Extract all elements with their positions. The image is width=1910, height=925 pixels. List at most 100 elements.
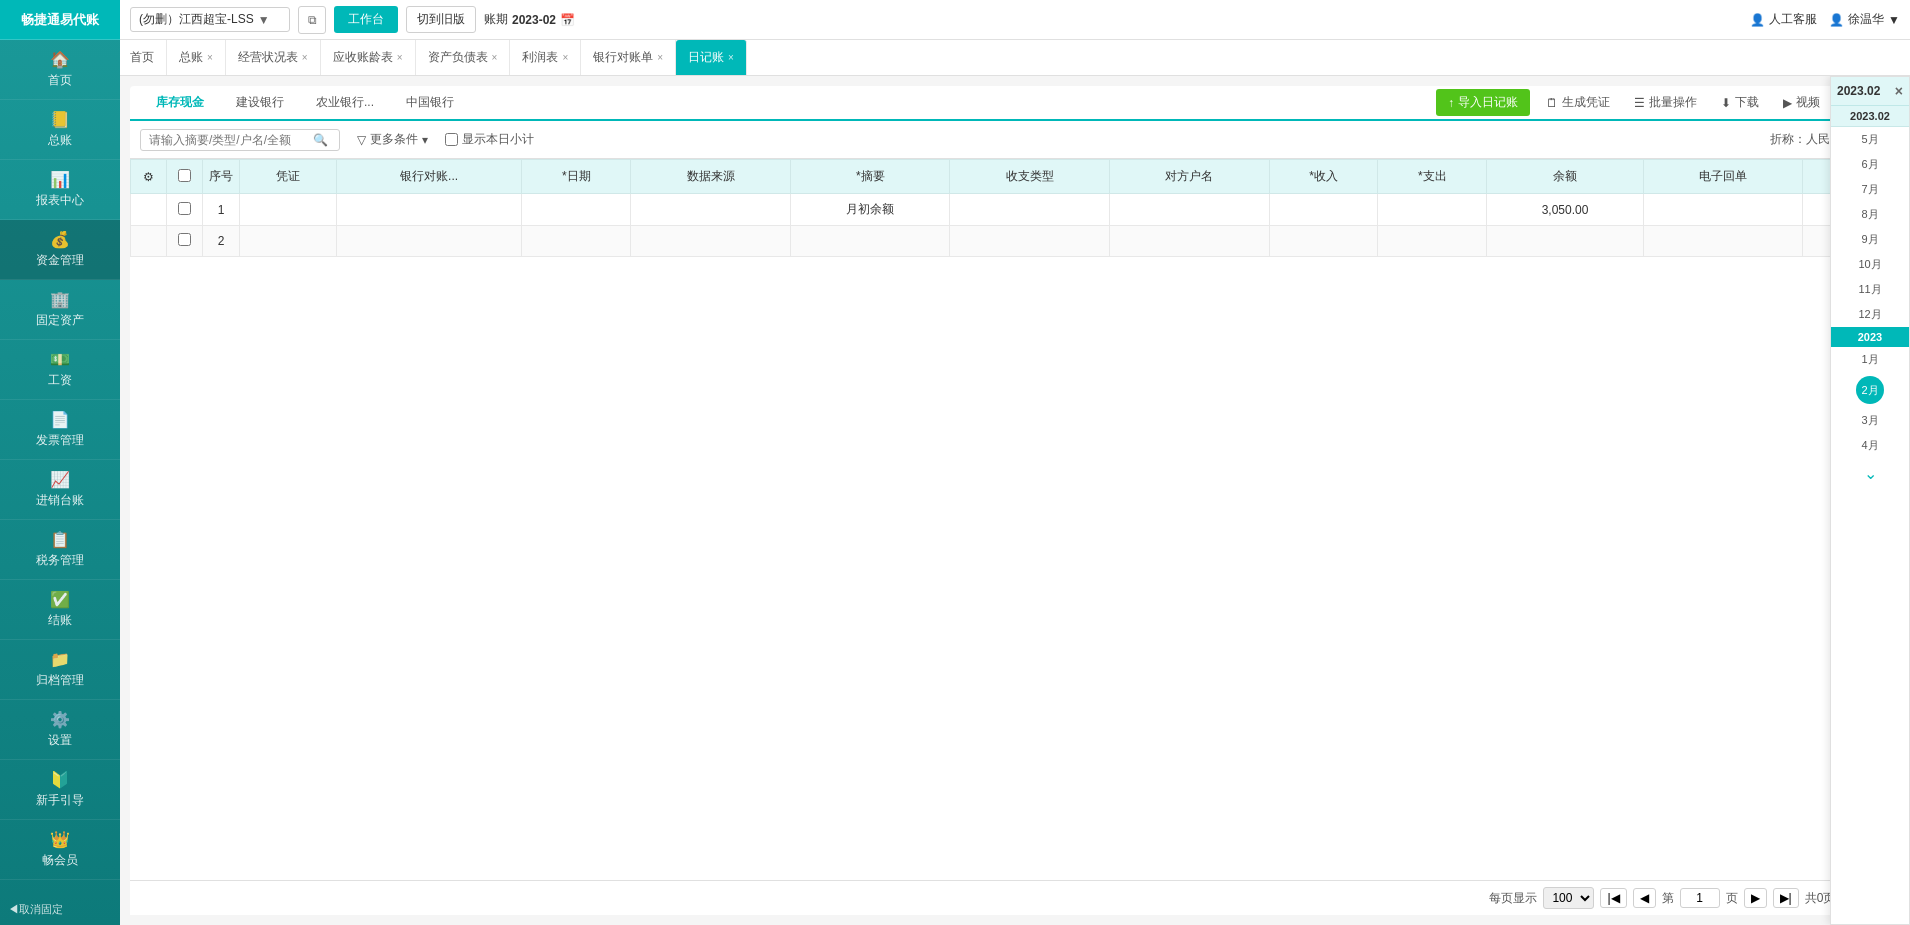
col-settings[interactable]: ⚙ [131,160,167,194]
col-summary: *摘要 [790,160,950,194]
next-page-button[interactable]: ▶ [1744,888,1767,908]
sidebar-item-funds[interactable]: 💰 资金管理 [0,220,120,280]
company-selector[interactable]: (勿删）江西超宝-LSS ▼ [130,7,290,32]
col-checkbox[interactable] [167,160,203,194]
first-page-button[interactable]: |◀ [1600,888,1626,908]
select-all-checkbox[interactable] [178,169,191,182]
search-icon[interactable]: 🔍 [313,133,328,147]
show-daily-total-toggle[interactable]: 显示本日小计 [445,131,534,148]
tab-profit-close[interactable]: × [562,52,568,63]
sidebar-item-reports[interactable]: 📊 报表中心 [0,160,120,220]
month-6[interactable]: 6月 [1831,152,1909,177]
sidebar-item-sales[interactable]: 📈 进销台账 [0,460,120,520]
search-box[interactable]: 🔍 [140,129,340,151]
tab-receivables-close[interactable]: × [397,52,403,63]
tab-assets-close[interactable]: × [492,52,498,63]
row-checkbox-1[interactable] [178,233,191,246]
sidebar-item-invoice[interactable]: 📄 发票管理 [0,400,120,460]
month-3[interactable]: 3月 [1831,408,1909,433]
invoice-icon: 📄 [50,410,70,429]
prev-page-button[interactable]: ◀ [1633,888,1656,908]
month-5[interactable]: 5月 [1831,127,1909,152]
cell-payment-type-0 [950,194,1110,226]
tab-ledger[interactable]: 总账 × [167,40,226,75]
show-daily-checkbox[interactable] [445,133,458,146]
sidebar-item-salary[interactable]: 💵 工资 [0,340,120,400]
cell-settings-0[interactable] [131,194,167,226]
month-4[interactable]: 4月 [1831,433,1909,458]
subtab-cash[interactable]: 库存现金 [140,86,220,121]
tab-diary-close[interactable]: × [728,52,734,63]
workbench-button[interactable]: 工作台 [334,6,398,33]
page-input[interactable] [1680,888,1720,908]
generate-voucher-button[interactable]: 🗒 生成凭证 [1538,90,1618,115]
subtab-nongye[interactable]: 农业银行... [300,86,390,121]
tab-ledger-close[interactable]: × [207,52,213,63]
sidebar-item-assets[interactable]: 🏢 固定资产 [0,280,120,340]
month-11[interactable]: 11月 [1831,277,1909,302]
cell-settings-1[interactable] [131,226,167,257]
cell-voucher-1 [240,226,337,257]
col-voucher: 凭证 [240,160,337,194]
col-date: *日期 [522,160,631,194]
cell-balance-0: 3,050.00 [1487,194,1643,226]
import-diary-button[interactable]: ↑ 导入日记账 [1436,89,1530,116]
tab-bizstatus-close[interactable]: × [302,52,308,63]
sidebar-item-guide[interactable]: 🔰 新手引导 [0,760,120,820]
main-area: (勿删）江西超宝-LSS ▼ ⧉ 工作台 切到旧版 账期 2023-02 📅 👤… [120,0,1910,925]
sidebar-item-settings[interactable]: ⚙️ 设置 [0,700,120,760]
filter-icon: ▽ [357,133,366,147]
sidebar-item-vip[interactable]: 👑 畅会员 [0,820,120,880]
tab-profit[interactable]: 利润表 × [510,40,581,75]
tab-bizstatus[interactable]: 经营状况表 × [226,40,321,75]
sidebar-item-archive[interactable]: 📁 归档管理 [0,640,120,700]
download-button[interactable]: ⬇ 下载 [1713,90,1767,115]
tab-home[interactable]: 首页 [130,40,167,75]
month-10[interactable]: 10月 [1831,252,1909,277]
batch-operation-button[interactable]: ☰ 批量操作 [1626,90,1705,115]
sidebar-item-settle[interactable]: ✅ 结账 [0,580,120,640]
import-icon: ↑ [1448,96,1454,110]
tab-bankreconcile[interactable]: 银行对账单 × [581,40,676,75]
scroll-down-icon[interactable]: ⌄ [1831,458,1909,489]
support-icon: 👤 [1750,13,1765,27]
more-filter-button[interactable]: ▽ 更多条件 ▾ [348,127,437,152]
cell-checkbox-0[interactable] [167,194,203,226]
row-checkbox-0[interactable] [178,202,191,215]
month-7[interactable]: 7月 [1831,177,1909,202]
per-page-select[interactable]: 100 50 200 [1543,887,1594,909]
company-dropdown-arrow: ▼ [258,13,270,27]
video-button[interactable]: ▶ 视频 [1775,90,1828,115]
col-income: *收入 [1269,160,1378,194]
search-input[interactable] [149,133,309,147]
tab-diary[interactable]: 日记账 × [676,40,747,75]
month-9[interactable]: 9月 [1831,227,1909,252]
settle-icon: ✅ [50,590,70,609]
date-panel-close-button[interactable]: × [1895,83,1903,99]
settings-icon: ⚙️ [50,710,70,729]
cell-expense-1 [1378,226,1487,257]
support-link[interactable]: 👤 人工客服 [1750,11,1817,28]
sidebar-item-home[interactable]: 🏠 首页 [0,40,120,100]
cell-income-0 [1269,194,1378,226]
tab-bankreconcile-close[interactable]: × [657,52,663,63]
cell-checkbox-1[interactable] [167,226,203,257]
tab-assets[interactable]: 资产负债表 × [416,40,511,75]
subtab-jianshe[interactable]: 建设银行 [220,86,300,121]
month-8[interactable]: 8月 [1831,202,1909,227]
month-1[interactable]: 1月 [1831,347,1909,372]
sidebar: 畅捷通易代账 🏠 首页 📒 总账 📊 报表中心 💰 资金管理 🏢 固定资产 💵 … [0,0,120,925]
month-2-active[interactable]: 2月 [1856,376,1884,404]
tab-receivables[interactable]: 应收账龄表 × [321,40,416,75]
sidebar-item-ledger[interactable]: 📒 总账 [0,100,120,160]
unpin-sidebar[interactable]: ◀取消固定 [0,894,120,925]
copy-button[interactable]: ⧉ [298,6,326,34]
subtab-zhongguo[interactable]: 中国银行 [390,86,470,121]
cell-counterparty-0 [1109,194,1269,226]
switch-version-button[interactable]: 切到旧版 [406,6,476,33]
calendar-icon[interactable]: 📅 [560,13,575,27]
month-12[interactable]: 12月 [1831,302,1909,327]
last-page-button[interactable]: ▶| [1773,888,1799,908]
sidebar-item-tax[interactable]: 📋 税务管理 [0,520,120,580]
user-menu[interactable]: 👤 徐温华 ▼ [1829,11,1900,28]
